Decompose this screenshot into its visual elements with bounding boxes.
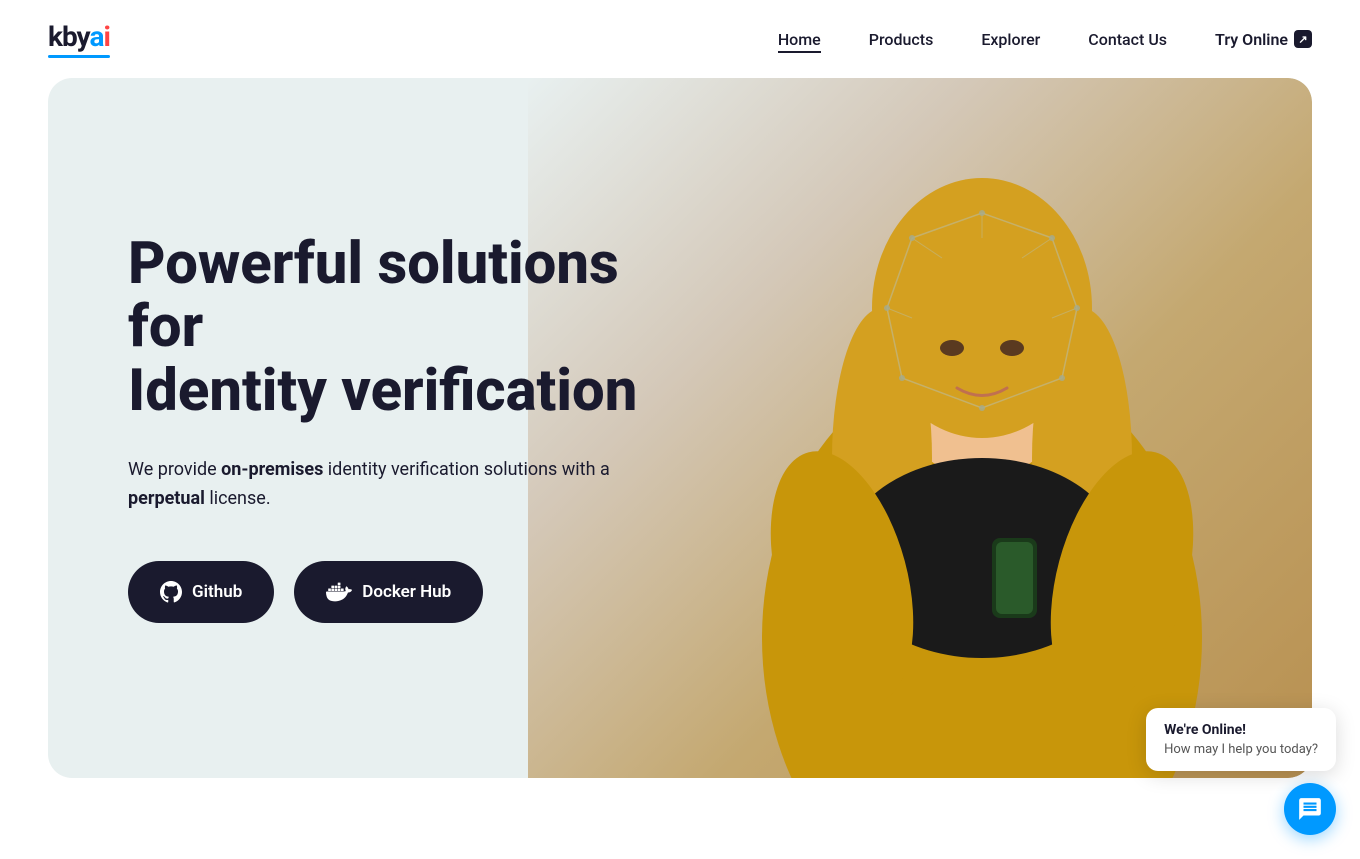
logo-kby: kby xyxy=(48,20,89,53)
docker-hub-button[interactable]: Docker Hub xyxy=(294,561,483,623)
nav-item-try-online[interactable]: Try Online xyxy=(1215,30,1312,49)
nav-item-products[interactable]: Products xyxy=(869,30,934,49)
github-button[interactable]: Github xyxy=(128,561,274,623)
chat-bubble: We're Online! How may I help you today? xyxy=(1146,708,1336,771)
chat-open-button[interactable] xyxy=(1284,783,1336,835)
nav-link-explorer[interactable]: Explorer xyxy=(981,30,1040,49)
nav-link-home[interactable]: Home xyxy=(778,30,821,53)
chat-status: We're Online! xyxy=(1164,722,1318,738)
hero-description: We provide on-premises identity verifica… xyxy=(128,456,648,514)
logo-i: i xyxy=(103,20,109,53)
github-icon xyxy=(160,581,182,603)
docker-button-label: Docker Hub xyxy=(362,582,451,602)
chat-message: How may I help you today? xyxy=(1164,742,1318,757)
hero-buttons: Github Docker Hub xyxy=(128,561,668,623)
hero-content: Powerful solutions for Identity verifica… xyxy=(48,153,748,704)
hero-person-image xyxy=(682,78,1282,778)
hero-section: Powerful solutions for Identity verifica… xyxy=(48,78,1312,778)
github-button-label: Github xyxy=(192,582,242,602)
navbar: kbyai Home Products Explorer Contact Us … xyxy=(0,0,1360,78)
chat-icon xyxy=(1297,796,1323,822)
nav-link-try-online[interactable]: Try Online xyxy=(1215,30,1312,49)
nav-item-contact[interactable]: Contact Us xyxy=(1088,30,1167,49)
external-link-icon xyxy=(1294,30,1312,48)
logo-a: a xyxy=(89,20,103,53)
nav-links: Home Products Explorer Contact Us Try On… xyxy=(778,30,1312,49)
nav-link-products[interactable]: Products xyxy=(869,30,934,49)
nav-item-home[interactable]: Home xyxy=(778,30,821,49)
nav-link-contact[interactable]: Contact Us xyxy=(1088,30,1167,49)
logo[interactable]: kbyai xyxy=(48,20,110,58)
docker-icon xyxy=(326,579,352,605)
hero-title: Powerful solutions for Identity verifica… xyxy=(128,233,668,424)
nav-item-explorer[interactable]: Explorer xyxy=(981,30,1040,49)
chat-widget: We're Online! How may I help you today? xyxy=(1146,708,1336,835)
